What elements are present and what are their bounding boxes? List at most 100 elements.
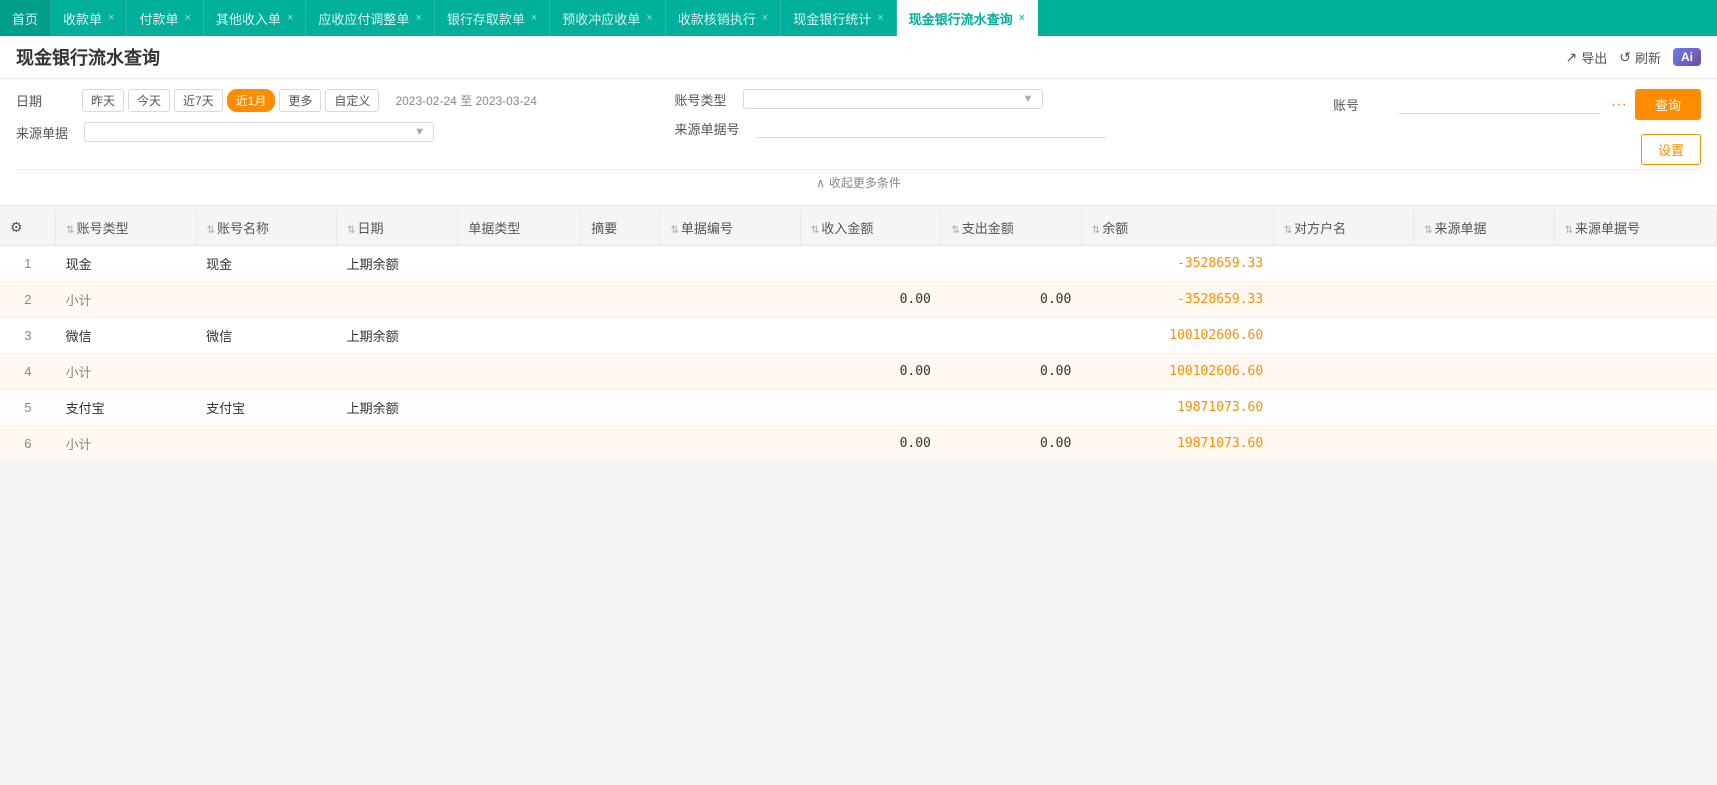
cell-date: 上期余额: [337, 246, 458, 282]
header-actions: ↗ 导出 ↺ 刷新 Ai: [1566, 48, 1702, 67]
page-header: 现金银行流水查询 ↗ 导出 ↺ 刷新 Ai: [0, 36, 1717, 79]
nav-tab-prepaid[interactable]: 预收冲应收单 ×: [550, 0, 665, 36]
close-icon[interactable]: ×: [184, 12, 190, 24]
date-range-display: 2023-02-24 至 2023-03-24: [395, 92, 536, 109]
cell-account-type: 小计: [56, 354, 196, 390]
refresh-button[interactable]: ↺ 刷新: [1619, 48, 1661, 67]
cell-balance: -3528659.33: [1081, 246, 1273, 282]
account-no-input[interactable]: [1399, 96, 1599, 111]
cell-expense: [941, 318, 1081, 354]
cell-expense: 0.00: [941, 354, 1081, 390]
cell-balance: 100102606.60: [1081, 318, 1273, 354]
cell-expense: 0.00: [941, 282, 1081, 318]
sort-icon: ⇅: [347, 225, 355, 236]
cell-counterparty: [1273, 426, 1413, 462]
date-btn-more[interactable]: 更多: [279, 89, 321, 112]
sort-icon: ⇅: [811, 225, 819, 236]
close-icon[interactable]: ×: [877, 12, 883, 24]
cell-num: 3: [0, 318, 56, 354]
cell-doc-type: [458, 390, 581, 426]
cell-doc-type: [458, 354, 581, 390]
cell-source-doc: [1414, 426, 1554, 462]
source-doc-no-input[interactable]: [756, 120, 1106, 135]
col-summary[interactable]: 摘要: [581, 210, 660, 246]
close-icon[interactable]: ×: [108, 12, 114, 24]
cash-flow-label: 现金银行流水查询: [909, 9, 1013, 28]
account-type-label: 账号类型: [675, 90, 727, 109]
cell-num: 6: [0, 426, 56, 462]
cell-num: 1: [0, 246, 56, 282]
col-balance[interactable]: ⇅余额: [1081, 210, 1273, 246]
table-row: 3微信微信上期余额100102606.60: [0, 318, 1717, 354]
ai-badge[interactable]: Ai: [1673, 48, 1701, 66]
cell-expense: [941, 390, 1081, 426]
col-gear[interactable]: ⚙: [0, 210, 56, 246]
table-row: 4小计0.000.00100102606.60: [0, 354, 1717, 390]
bank-label: 银行存取款单: [447, 9, 525, 28]
close-icon[interactable]: ×: [415, 12, 421, 24]
nav-tab-bank[interactable]: 银行存取款单 ×: [435, 0, 550, 36]
settings-button[interactable]: 设置: [1641, 134, 1701, 165]
account-type-select[interactable]: ▼: [743, 89, 1043, 109]
close-icon[interactable]: ×: [646, 12, 652, 24]
cell-num: 2: [0, 282, 56, 318]
collapse-bar[interactable]: ∧ 收起更多条件: [16, 169, 1701, 195]
col-income[interactable]: ⇅收入金额: [800, 210, 940, 246]
more-dots-icon[interactable]: ···: [1611, 96, 1627, 114]
date-btn-today[interactable]: 今天: [128, 89, 170, 112]
cell-date: 上期余额: [337, 318, 458, 354]
nav-tab-other-income[interactable]: 其他收入单 ×: [204, 0, 306, 36]
source-doc-select[interactable]: ▼: [84, 122, 434, 142]
cell-num: 5: [0, 390, 56, 426]
account-no-label: 账号: [1333, 95, 1383, 114]
cell-counterparty: [1273, 354, 1413, 390]
col-source-doc-no[interactable]: ⇅来源单据号: [1554, 210, 1716, 246]
cell-source-doc-no: [1554, 246, 1716, 282]
close-icon[interactable]: ×: [1019, 12, 1025, 24]
nav-tab-cash-stat[interactable]: 现金银行统计 ×: [781, 0, 896, 36]
col-date[interactable]: ⇅日期: [337, 210, 458, 246]
sort-icon: ⇅: [1284, 225, 1292, 236]
date-btn-7days[interactable]: 近7天: [174, 89, 223, 112]
cell-balance: 19871073.60: [1081, 426, 1273, 462]
date-btn-custom[interactable]: 自定义: [325, 89, 379, 112]
col-doc-type[interactable]: 单据类型: [458, 210, 581, 246]
nav-tab-ar-ap[interactable]: 应收应付调整单 ×: [306, 0, 434, 36]
nav-tab-home[interactable]: 首页: [0, 0, 51, 36]
dropdown-arrow-icon: ▼: [414, 126, 425, 138]
export-button[interactable]: ↗ 导出: [1566, 48, 1608, 67]
close-icon[interactable]: ×: [531, 12, 537, 24]
sort-icon: ⇅: [66, 225, 74, 236]
cell-summary: [581, 246, 660, 282]
col-expense[interactable]: ⇅支出金额: [941, 210, 1081, 246]
col-source-doc[interactable]: ⇅来源单据: [1414, 210, 1554, 246]
col-account-type[interactable]: ⇅账号类型: [56, 210, 196, 246]
sort-icon: ⇅: [951, 225, 959, 236]
nav-tab-cash-flow[interactable]: 现金银行流水查询 ×: [897, 0, 1038, 36]
cell-income: [800, 390, 940, 426]
cell-summary: [581, 282, 660, 318]
sort-icon: ⇅: [1092, 225, 1100, 236]
cell-doc-no: [660, 282, 800, 318]
date-btn-yesterday[interactable]: 昨天: [82, 89, 124, 112]
table-row: 2小计0.000.00-3528659.33: [0, 282, 1717, 318]
cell-source-doc-no: [1554, 318, 1716, 354]
col-doc-no[interactable]: ⇅单据编号: [660, 210, 800, 246]
date-btn-1month[interactable]: 近1月: [227, 89, 276, 112]
sort-icon: ⇅: [207, 225, 215, 236]
col-counterparty[interactable]: ⇅对方户名: [1273, 210, 1413, 246]
query-button[interactable]: 查询: [1635, 89, 1701, 120]
source-doc-no-label: 来源单据号: [675, 119, 740, 138]
cell-source-doc-no: [1554, 354, 1716, 390]
cell-income: 0.00: [800, 426, 940, 462]
close-icon[interactable]: ×: [287, 12, 293, 24]
data-table: ⚙ ⇅账号类型 ⇅账号名称 ⇅日期 单据类型 摘要 ⇅单据编号 ⇅收入金额 ⇅支…: [0, 210, 1717, 462]
close-icon[interactable]: ×: [762, 12, 768, 24]
col-account-name[interactable]: ⇅账号名称: [196, 210, 336, 246]
cell-balance: 100102606.60: [1081, 354, 1273, 390]
nav-tab-payment[interactable]: 付款单 ×: [127, 0, 203, 36]
cell-account-type: 支付宝: [56, 390, 196, 426]
nav-tab-receipt[interactable]: 收款单 ×: [51, 0, 127, 36]
cell-doc-no: [660, 426, 800, 462]
nav-tab-verify[interactable]: 收款核销执行 ×: [666, 0, 781, 36]
